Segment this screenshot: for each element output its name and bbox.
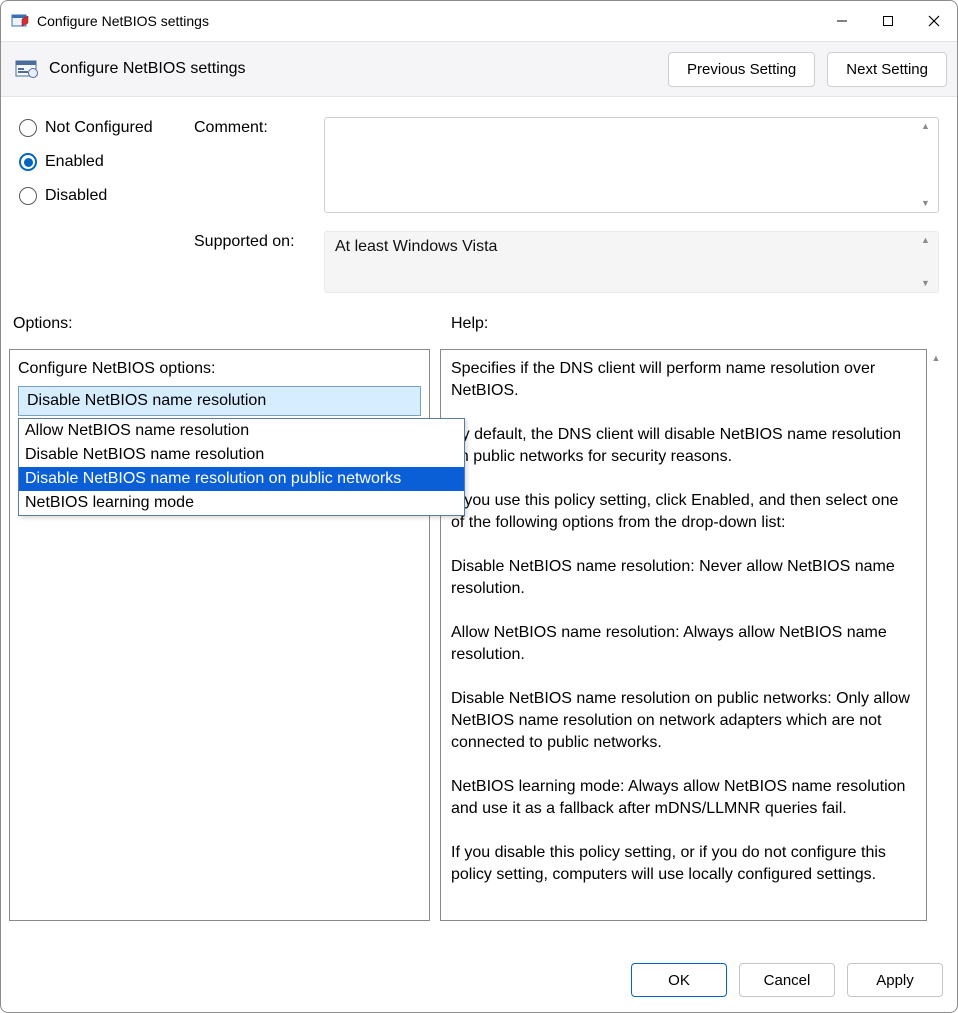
radio-circle-icon: [19, 187, 37, 205]
titlebar: Configure NetBIOS settings: [1, 1, 957, 41]
meta-column: Comment: ▲ ▼ Supported on: At least Wind…: [194, 117, 939, 293]
scroll-up-icon: ▲: [932, 353, 941, 363]
netbios-options-dropdown-list: Allow NetBIOS name resolution Disable Ne…: [18, 418, 465, 516]
radio-label: Not Configured: [45, 119, 153, 137]
dialog-button-bar: OK Cancel Apply: [1, 948, 957, 1012]
lower-section: Configure NetBIOS options: Disable NetBI…: [1, 339, 957, 948]
policy-icon: [15, 59, 39, 79]
radio-disabled[interactable]: Disabled: [19, 187, 194, 205]
apply-button[interactable]: Apply: [847, 963, 943, 997]
comment-scrollbar[interactable]: ▲ ▼: [921, 118, 935, 212]
help-panel: Specifies if the DNS client will perform…: [440, 349, 927, 921]
app-icon: [11, 12, 29, 30]
supported-on-label: Supported on:: [194, 231, 324, 251]
help-text: Allow NetBIOS name resolution: Always al…: [451, 622, 916, 666]
dropdown-item-selected[interactable]: Disable NetBIOS name resolution on publi…: [19, 467, 464, 491]
state-radio-group: Not Configured Enabled Disabled: [19, 117, 194, 293]
scroll-down-icon: ▼: [921, 279, 935, 288]
help-text: Disable NetBIOS name resolution: Never a…: [451, 556, 916, 600]
help-wrap: Specifies if the DNS client will perform…: [440, 349, 945, 921]
help-text: Disable NetBIOS name resolution on publi…: [451, 688, 916, 754]
previous-setting-button[interactable]: Previous Setting: [668, 52, 815, 87]
help-label: Help:: [451, 315, 939, 333]
radio-enabled[interactable]: Enabled: [19, 153, 194, 171]
section-labels: Options: Help:: [1, 297, 957, 339]
help-text: NetBIOS learning mode: Always allow NetB…: [451, 776, 916, 820]
header-bar: Configure NetBIOS settings Previous Sett…: [1, 41, 957, 97]
configure-options-label: Configure NetBIOS options:: [10, 360, 429, 386]
cancel-button[interactable]: Cancel: [739, 963, 835, 997]
combobox-value: Disable NetBIOS name resolution: [27, 392, 266, 410]
upper-section: Not Configured Enabled Disabled Comment:…: [1, 97, 957, 297]
help-text: Specifies if the DNS client will perform…: [451, 358, 916, 402]
radio-label: Disabled: [45, 187, 107, 205]
options-panel: Configure NetBIOS options: Disable NetBI…: [9, 349, 430, 921]
dropdown-item[interactable]: Allow NetBIOS name resolution: [19, 419, 464, 443]
window-title: Configure NetBIOS settings: [37, 13, 209, 29]
supported-on-value: At least Windows Vista: [335, 238, 497, 255]
ok-button[interactable]: OK: [631, 963, 727, 997]
scroll-up-icon: ▲: [921, 122, 935, 131]
radio-circle-icon: [19, 119, 37, 137]
help-scrollbar[interactable]: ▲: [927, 349, 945, 921]
dropdown-item[interactable]: Disable NetBIOS name resolution: [19, 443, 464, 467]
scroll-up-icon: ▲: [921, 236, 935, 245]
next-setting-button[interactable]: Next Setting: [827, 52, 947, 87]
close-button[interactable]: [911, 1, 957, 41]
radio-label: Enabled: [45, 153, 104, 171]
radio-not-configured[interactable]: Not Configured: [19, 119, 194, 137]
comment-textarea[interactable]: ▲ ▼: [324, 117, 939, 213]
options-label: Options:: [13, 315, 423, 333]
help-text: If you use this policy setting, click En…: [451, 490, 916, 534]
dialog-window: Configure NetBIOS settings Configure Net…: [0, 0, 958, 1013]
comment-label: Comment:: [194, 117, 324, 137]
supported-scrollbar[interactable]: ▲ ▼: [921, 232, 935, 292]
help-text: By default, the DNS client will disable …: [451, 424, 916, 468]
header-title: Configure NetBIOS settings: [49, 60, 246, 78]
minimize-button[interactable]: [819, 1, 865, 41]
scroll-down-icon: ▼: [921, 199, 935, 208]
maximize-button[interactable]: [865, 1, 911, 41]
netbios-options-combobox[interactable]: Disable NetBIOS name resolution: [18, 386, 421, 416]
help-text: If you disable this policy setting, or i…: [451, 842, 916, 886]
radio-circle-selected-icon: [19, 153, 37, 171]
dropdown-item[interactable]: NetBIOS learning mode: [19, 491, 464, 515]
supported-on-field: At least Windows Vista ▲ ▼: [324, 231, 939, 293]
